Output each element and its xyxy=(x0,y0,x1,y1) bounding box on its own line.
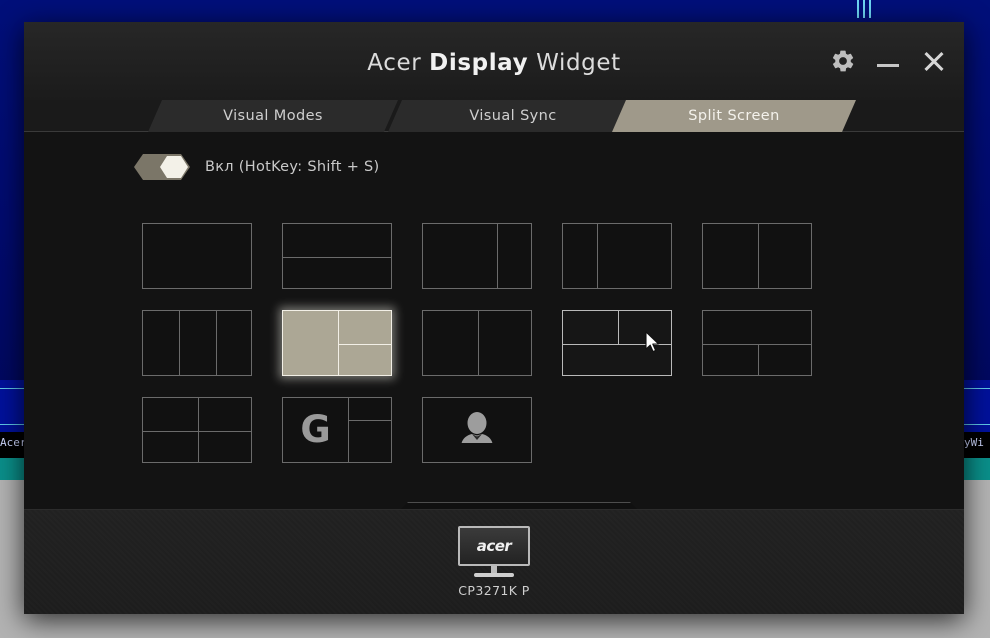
close-icon[interactable] xyxy=(920,48,946,74)
tab-visual-sync-label: Visual Sync xyxy=(469,108,557,124)
background-window-right-text: yWi xyxy=(964,436,984,449)
split-screen-toggle-label: Вкл (HotKey: Shift + S) xyxy=(205,159,380,175)
tab-split-screen-label: Split Screen xyxy=(688,108,780,124)
monitor-icon[interactable]: acer xyxy=(458,526,530,578)
split-screen-panel: Вкл (HotKey: Shift + S) G acer CP3271K P xyxy=(24,132,964,614)
app-title-suffix: Widget xyxy=(528,50,621,76)
layout-tile-single-full[interactable] xyxy=(142,222,252,289)
title-bar[interactable]: Acer Display Widget xyxy=(24,22,964,100)
layout-cell xyxy=(562,212,672,299)
layout-tile-portrait[interactable] xyxy=(422,396,532,463)
background-window-left[interactable]: Acer xyxy=(0,380,27,490)
layout-cell xyxy=(422,212,532,299)
tab-visual-modes-label: Visual Modes xyxy=(223,108,323,124)
window-controls xyxy=(830,48,946,74)
acer-display-widget-window: Acer Display Widget Visual Modes Visual … xyxy=(24,22,964,614)
background-window-left-text: Acer xyxy=(0,436,27,449)
layout-tile-three-vertical[interactable] xyxy=(142,309,252,376)
tab-strip: Visual Modes Visual Sync Split Screen xyxy=(24,100,964,132)
layout-cell xyxy=(702,212,812,299)
acer-logo-text: acer xyxy=(476,537,512,555)
layout-cell xyxy=(142,299,252,386)
layout-presets-grid: G xyxy=(142,212,812,473)
layout-tile-gaming-g[interactable]: G xyxy=(282,396,392,463)
layout-tile-two-vertical-right-wide[interactable] xyxy=(422,222,532,289)
layout-cell xyxy=(282,299,392,386)
page-title: Acer Display Widget xyxy=(24,50,964,76)
layout-tile-two-vertical-left-narrow[interactable] xyxy=(562,222,672,289)
layout-cell xyxy=(422,299,532,386)
layout-cell xyxy=(422,386,532,473)
layout-cell xyxy=(702,299,812,386)
layout-tile-two-vertical-even-alt[interactable] xyxy=(422,309,532,376)
layout-cell xyxy=(142,212,252,299)
layout-cell: G xyxy=(282,386,392,473)
layout-tile-four-quadrant[interactable] xyxy=(142,396,252,463)
split-screen-toggle[interactable] xyxy=(134,154,190,180)
background-window-right[interactable]: yWi xyxy=(964,380,990,490)
split-screen-toggle-row: Вкл (HotKey: Shift + S) xyxy=(134,154,380,180)
layout-cell xyxy=(282,212,392,299)
app-title-strong: Display xyxy=(429,50,529,76)
toggle-knob xyxy=(160,156,188,178)
tab-visual-modes[interactable]: Visual Modes xyxy=(148,100,398,132)
layout-tile-two-vertical-even[interactable] xyxy=(702,222,812,289)
layout-tile-two-horizontal[interactable] xyxy=(282,222,392,289)
tab-visual-sync[interactable]: Visual Sync xyxy=(388,100,638,132)
minimize-icon[interactable] xyxy=(876,49,900,73)
g-logo-icon: G xyxy=(300,408,331,451)
gear-icon[interactable] xyxy=(830,48,856,74)
desktop-blue-accent-lines xyxy=(855,0,877,18)
layout-tile-left-large-right-split[interactable] xyxy=(282,309,392,376)
layout-tile-top-full-bottom-split[interactable] xyxy=(702,309,812,376)
layout-tile-top-split-bottom-full[interactable] xyxy=(562,309,672,376)
layout-cell xyxy=(562,299,672,386)
person-icon xyxy=(423,398,531,462)
layout-cell xyxy=(142,386,252,473)
tab-split-screen[interactable]: Split Screen xyxy=(612,100,856,132)
device-model-label: CP3271K P xyxy=(458,583,530,598)
app-title-prefix: Acer xyxy=(367,50,430,76)
device-panel: acer CP3271K P xyxy=(24,509,964,614)
